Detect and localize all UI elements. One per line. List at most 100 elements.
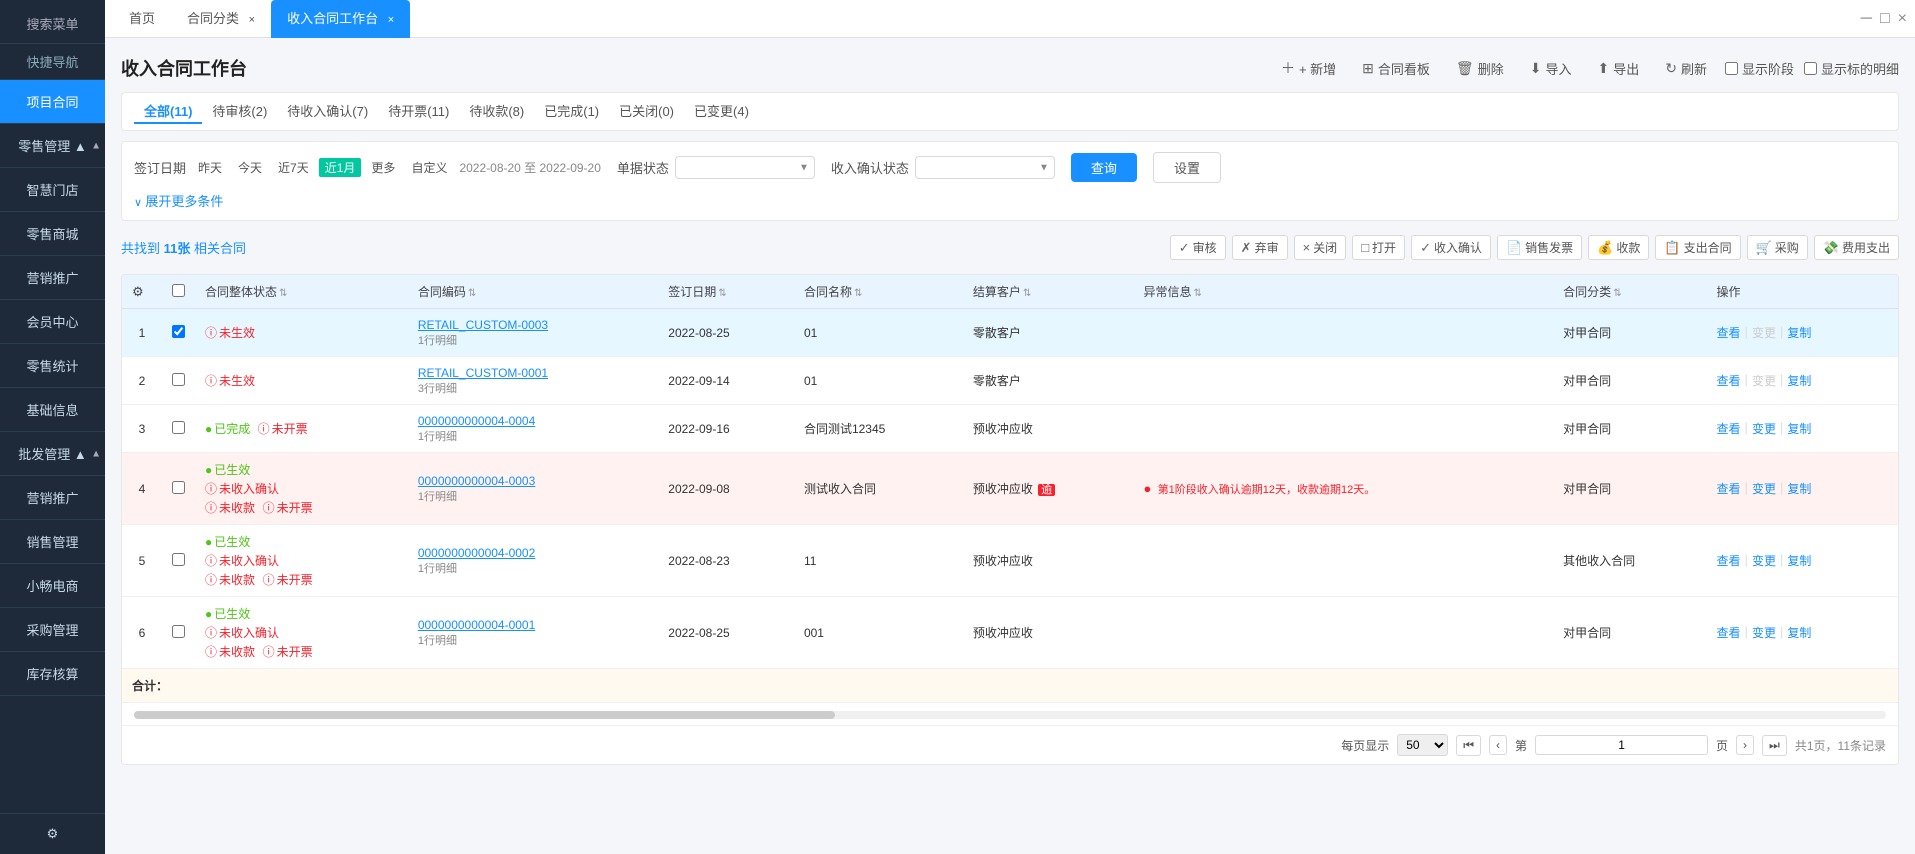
close-icon[interactable]: ×: [1898, 10, 1907, 28]
code-link[interactable]: 0000000000004-0003: [418, 474, 535, 488]
filter-tab-pending-review[interactable]: 待审核(2): [202, 99, 277, 124]
row-checkbox[interactable]: [172, 481, 185, 494]
view-link[interactable]: 查看: [1717, 420, 1741, 437]
sidebar-item-retail-mall[interactable]: 零售商城: [0, 212, 105, 256]
sidebar-item-smart-store[interactable]: 智慧门店: [0, 168, 105, 212]
copy-link[interactable]: 复制: [1787, 372, 1811, 389]
code-link[interactable]: RETAIL_CUSTOM-0001: [418, 366, 548, 380]
sidebar-item-retail-stats[interactable]: 零售统计: [0, 344, 105, 388]
sidebar-item-marketing-promo[interactable]: 营销推广: [0, 256, 105, 300]
income-confirm-select[interactable]: [915, 156, 1055, 179]
yesterday-btn[interactable]: 昨天: [192, 158, 228, 177]
sidebar-search[interactable]: 搜索菜单: [0, 0, 105, 44]
filter-tab-pending-invoice[interactable]: 待开票(11): [378, 99, 459, 124]
settings-icon[interactable]: ⚙: [132, 284, 144, 299]
sidebar-item-sales-management[interactable]: 销售管理: [0, 520, 105, 564]
row-checkbox[interactable]: [172, 373, 185, 386]
close-tab-income-contract[interactable]: ×: [388, 14, 394, 26]
last7-btn[interactable]: 近7天: [272, 158, 315, 177]
row-checkbox[interactable]: [172, 325, 185, 338]
doc-status-select[interactable]: [675, 156, 815, 179]
horizontal-scrollbar[interactable]: [122, 703, 1898, 725]
code-link[interactable]: 0000000000004-0001: [418, 618, 535, 632]
last1m-btn[interactable]: 近1月: [319, 158, 362, 177]
today-btn[interactable]: 今天: [232, 158, 268, 177]
code-link[interactable]: RETAIL_CUSTOM-0003: [418, 318, 548, 332]
row-checkbox[interactable]: [172, 421, 185, 434]
more-btn[interactable]: 更多: [365, 158, 401, 177]
last-page-btn[interactable]: ⏭: [1762, 735, 1787, 756]
view-link[interactable]: 查看: [1717, 324, 1741, 341]
purchase-btn[interactable]: 🛒采购: [1747, 235, 1808, 260]
delete-button[interactable]: 🗑 删除: [1448, 55, 1512, 82]
sidebar-item-marketing-promo2[interactable]: 营销推广: [0, 476, 105, 520]
prev-page-btn[interactable]: ‹: [1489, 735, 1507, 755]
tab-income-contract-workbench[interactable]: 收入合同工作台 ×: [271, 0, 410, 38]
copy-link[interactable]: 复制: [1787, 324, 1811, 341]
export-button[interactable]: ⬆ 导出: [1589, 55, 1647, 82]
query-button[interactable]: 查询: [1071, 153, 1137, 182]
new-button[interactable]: ＋ + 新增: [1273, 54, 1344, 82]
income-confirm-btn[interactable]: ✓收入确认: [1411, 235, 1491, 260]
expand-conditions-btn[interactable]: ∨ 展开更多条件: [134, 191, 223, 210]
refresh-button[interactable]: ↻ 刷新: [1657, 55, 1715, 82]
select-all-checkbox[interactable]: [172, 284, 185, 297]
filter-tab-pending-income-confirm[interactable]: 待收入确认(7): [277, 99, 378, 124]
close-btn[interactable]: ×关闭: [1294, 235, 1347, 260]
expense-contract-btn[interactable]: 📋支出合同: [1655, 235, 1740, 260]
filter-tab-pending-payment[interactable]: 待收款(8): [459, 99, 534, 124]
maximize-icon[interactable]: □: [1880, 10, 1890, 28]
show-stages-input[interactable]: [1725, 62, 1738, 75]
per-page-select[interactable]: 50 20 100: [1397, 734, 1448, 756]
sidebar-item-basic-info[interactable]: 基础信息: [0, 388, 105, 432]
view-link[interactable]: 查看: [1717, 372, 1741, 389]
minimize-icon[interactable]: ─: [1861, 10, 1872, 28]
custom-btn[interactable]: 自定义: [405, 158, 453, 177]
filter-tab-completed[interactable]: 已完成(1): [534, 99, 609, 124]
row-checkbox[interactable]: [172, 625, 185, 638]
next-page-btn[interactable]: ›: [1736, 735, 1754, 755]
expense-btn[interactable]: 💸费用支出: [1814, 235, 1899, 260]
view-link[interactable]: 查看: [1717, 480, 1741, 497]
copy-link[interactable]: 复制: [1787, 420, 1811, 437]
open-btn[interactable]: □打开: [1352, 235, 1405, 260]
set-button[interactable]: 设置: [1153, 152, 1221, 183]
copy-link[interactable]: 复制: [1787, 624, 1811, 641]
filter-tab-closed[interactable]: 已关闭(0): [609, 99, 684, 124]
sidebar-item-project-contract[interactable]: 项目合同: [0, 80, 105, 124]
tab-home[interactable]: 首页: [113, 0, 171, 38]
show-stages-checkbox[interactable]: 显示阶段: [1725, 59, 1794, 78]
sidebar-item-inventory[interactable]: 库存核算: [0, 652, 105, 696]
sidebar-item-retail-management[interactable]: 零售管理 ▲: [0, 124, 105, 168]
scrollbar-thumb[interactable]: [134, 711, 835, 719]
change-link[interactable]: 变更: [1752, 624, 1776, 641]
sidebar-nav[interactable]: 快捷导航: [0, 44, 105, 80]
page-number-input[interactable]: [1535, 735, 1708, 755]
kanban-button[interactable]: ⊞ 合同看板: [1354, 55, 1438, 82]
sidebar-settings[interactable]: ⚙: [0, 813, 105, 854]
code-link[interactable]: 0000000000004-0004: [418, 414, 535, 428]
change-link[interactable]: 变更: [1752, 324, 1776, 341]
copy-link[interactable]: 复制: [1787, 552, 1811, 569]
change-link[interactable]: 变更: [1752, 420, 1776, 437]
sales-invoice-btn[interactable]: 📄销售发票: [1497, 235, 1582, 260]
review-btn[interactable]: ✓审核: [1170, 235, 1226, 260]
change-link[interactable]: 变更: [1752, 372, 1776, 389]
first-page-btn[interactable]: ⏮: [1456, 735, 1481, 756]
view-link[interactable]: 查看: [1717, 624, 1741, 641]
show-details-input[interactable]: [1804, 62, 1817, 75]
copy-link[interactable]: 复制: [1787, 480, 1811, 497]
change-link[interactable]: 变更: [1752, 552, 1776, 569]
row-checkbox[interactable]: [172, 553, 185, 566]
sidebar-item-ecommerce[interactable]: 小畅电商: [0, 564, 105, 608]
sidebar-item-purchase-management[interactable]: 采购管理: [0, 608, 105, 652]
show-details-checkbox[interactable]: 显示标的明细: [1804, 59, 1899, 78]
abandon-review-btn[interactable]: ✗弃审: [1232, 235, 1288, 260]
sidebar-item-wholesale-management[interactable]: 批发管理 ▲: [0, 432, 105, 476]
close-tab-contract-category[interactable]: ×: [249, 14, 255, 26]
view-link[interactable]: 查看: [1717, 552, 1741, 569]
code-link[interactable]: 0000000000004-0002: [418, 546, 535, 560]
collect-payment-btn[interactable]: 💰收款: [1588, 235, 1649, 260]
filter-tab-changed[interactable]: 已变更(4): [684, 99, 759, 124]
tab-contract-category[interactable]: 合同分类 ×: [171, 0, 271, 38]
